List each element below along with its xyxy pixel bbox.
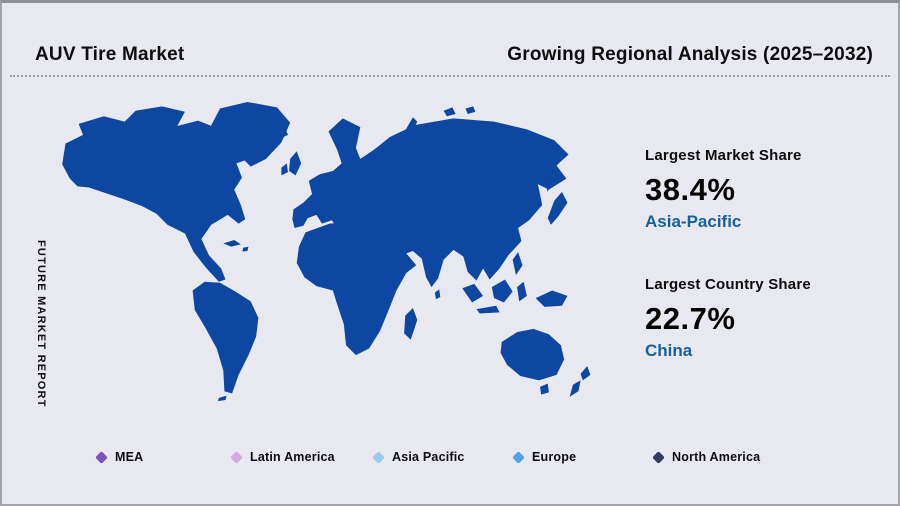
legend-item-europe: Europe — [512, 450, 577, 464]
map-legend: MEA Latin America Asia Pacific Europe No… — [2, 450, 898, 470]
legend-item-latin-america: Latin America — [230, 450, 335, 464]
stat-value: 38.4% — [645, 172, 736, 207]
report-subtitle: Growing Regional Analysis (2025–2032) — [507, 44, 873, 65]
stat-region: China — [645, 341, 693, 360]
legend-label: MEA — [115, 450, 144, 464]
legend-diamond-icon — [230, 450, 243, 464]
continents — [62, 101, 591, 402]
legend-diamond-icon — [372, 450, 385, 464]
legend-item-north-america: North America — [652, 450, 761, 464]
stat-label: Largest Country Share — [645, 276, 811, 293]
stat-market-share: Largest Market Share 38.4% Asia-Pacific — [645, 147, 885, 232]
vertical-brand-text: FUTURE MARKET REPORT — [35, 240, 47, 408]
stat-region: Asia-Pacific — [645, 212, 742, 231]
legend-label: Asia Pacific — [392, 450, 465, 464]
stats-panel: Largest Market Share 38.4% Asia-Pacific … — [645, 147, 885, 361]
dotted-separator — [10, 75, 890, 77]
legend-diamond-icon — [652, 450, 665, 464]
stat-label: Largest Market Share — [645, 147, 802, 164]
legend-item-asia-pacific: Asia Pacific — [372, 450, 465, 464]
legend-diamond-icon — [512, 450, 525, 464]
legend-item-mea: MEA — [95, 450, 144, 464]
stat-country-share: Largest Country Share 22.7% China — [645, 276, 885, 361]
legend-diamond-icon — [95, 450, 108, 464]
world-map-svg — [62, 101, 591, 402]
stat-value: 22.7% — [645, 301, 736, 336]
world-map — [60, 97, 608, 405]
legend-label: Latin America — [250, 450, 335, 464]
infographic-canvas: AUV Tire Market Growing Regional Analysi… — [0, 0, 900, 506]
legend-label: Europe — [532, 450, 577, 464]
page-title: AUV Tire Market — [35, 44, 185, 65]
legend-label: North America — [672, 450, 761, 464]
